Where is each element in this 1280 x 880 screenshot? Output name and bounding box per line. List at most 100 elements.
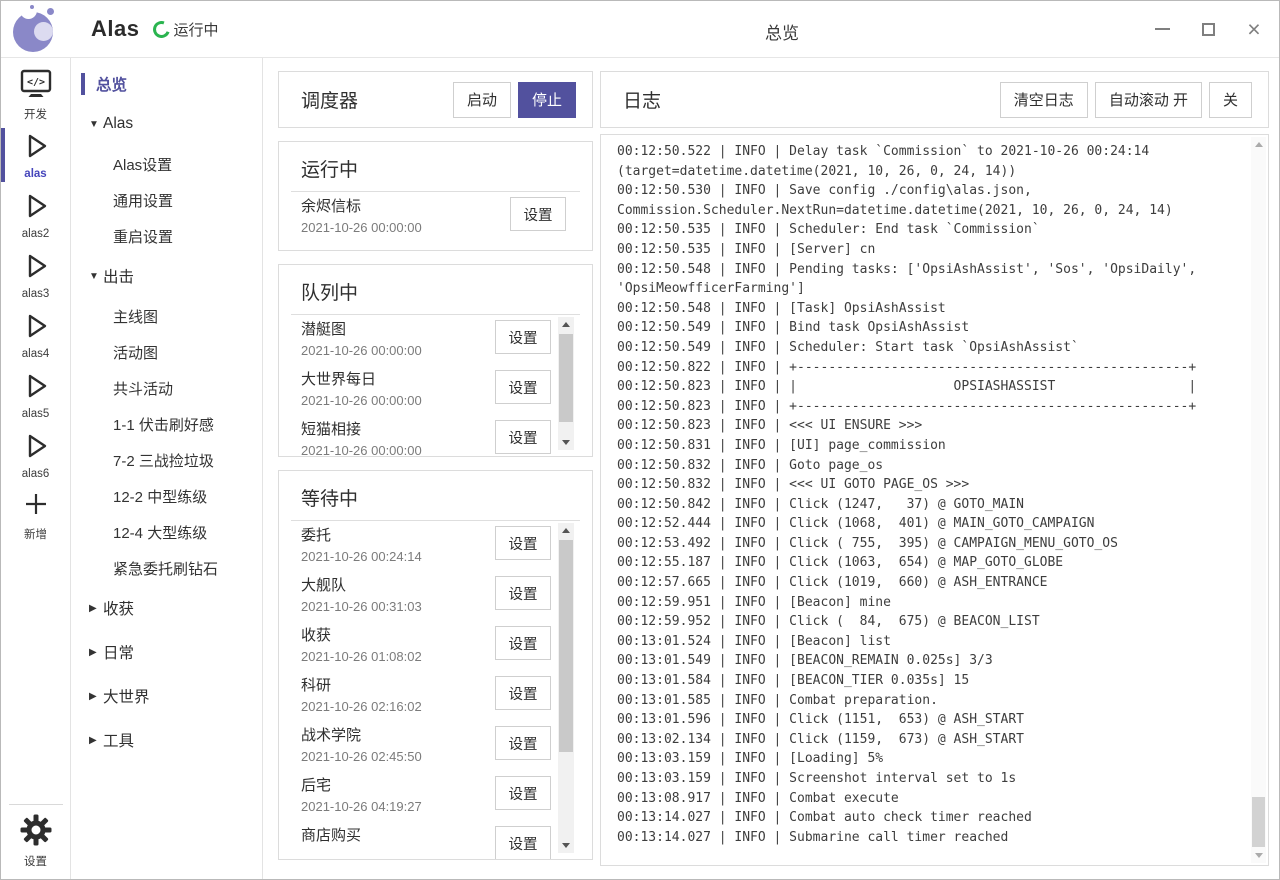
clear-log-button[interactable]: 清空日志 [1000, 82, 1088, 118]
log-line: (target=datetime.datetime(2021, 10, 26, … [617, 162, 1242, 182]
nav-item-map-12-2[interactable]: 12-2 中型练级 [71, 478, 262, 514]
scheduler-title: 调度器 [301, 86, 358, 113]
sidebar-item-label: alas3 [22, 288, 50, 300]
play-icon [21, 371, 51, 406]
sidebar-item-alas[interactable]: alas [1, 125, 70, 185]
task-row: 大舰队2021-10-26 00:31:03设置 [279, 571, 592, 621]
task-setting-button[interactable]: 设置 [495, 370, 551, 404]
log-off-button[interactable]: 关 [1209, 82, 1252, 118]
sidebar-item-add[interactable]: 新增 [1, 485, 70, 545]
task-setting-button[interactable]: 设置 [495, 776, 551, 810]
task-setting-button[interactable]: 设置 [495, 676, 551, 710]
scroll-up-icon[interactable] [558, 523, 574, 538]
log-output[interactable]: 00:12:50.522 | INFO | Delay task `Commis… [600, 134, 1269, 866]
nav-item-label: 12-4 大型练级 [113, 522, 207, 543]
scrollbar-thumb[interactable] [559, 334, 573, 422]
autoscroll-toggle-button[interactable]: 自动滚动 开 [1095, 82, 1202, 118]
scroll-up-icon[interactable] [558, 317, 574, 332]
nav-item-daily-group[interactable]: ▶日常 [71, 630, 262, 674]
sidebar-item-alas2[interactable]: alas2 [1, 185, 70, 245]
start-button[interactable]: 启动 [453, 82, 511, 118]
sidebar-item-alas5[interactable]: alas5 [1, 365, 70, 425]
nav-item-event-map[interactable]: 活动图 [71, 334, 262, 370]
task-setting-button[interactable]: 设置 [495, 626, 551, 660]
nav-item-label: Alas [103, 115, 133, 133]
scroll-up-icon[interactable] [1251, 137, 1266, 152]
nav-item-tool-group[interactable]: ▶工具 [71, 718, 262, 762]
nav-item-map-12-4[interactable]: 12-4 大型练级 [71, 514, 262, 550]
log-line: 00:12:59.952 | INFO | Click ( 84, 675) @… [617, 612, 1242, 632]
nav-item-sortie-group[interactable]: ▼出击 [71, 254, 262, 298]
nav-item-overview[interactable]: 总览 [71, 66, 262, 102]
log-line: 00:12:50.823 | INFO | +-----------------… [617, 397, 1242, 417]
task-setting-button[interactable]: 设置 [495, 320, 551, 354]
stop-button[interactable]: 停止 [518, 82, 576, 118]
nav-item-general-settings[interactable]: 通用设置 [71, 182, 262, 218]
log-line: 00:12:50.831 | INFO | [UI] page_commissi… [617, 436, 1242, 456]
nav-item-label: 重启设置 [113, 226, 173, 247]
task-card-running: 运行中余烬信标2021-10-26 00:00:00设置 [278, 141, 593, 251]
sidebar-item-alas4[interactable]: alas4 [1, 305, 70, 365]
task-setting-button[interactable]: 设置 [495, 420, 551, 454]
task-setting-button[interactable]: 设置 [495, 526, 551, 560]
task-setting-button[interactable]: 设置 [495, 826, 551, 859]
maximize-button[interactable] [1199, 20, 1217, 38]
task-row: 科研2021-10-26 02:16:02设置 [279, 671, 592, 721]
nav-item-label: 通用设置 [113, 190, 173, 211]
nav-item-label: 大世界 [103, 685, 150, 707]
sidebar-item-alas6[interactable]: alas6 [1, 425, 70, 485]
nav-item-main-map[interactable]: 主线图 [71, 298, 262, 334]
sidebar-item-settings[interactable]: 设置 [1, 811, 70, 871]
log-line: 00:13:01.596 | INFO | Click (1151, 653) … [617, 710, 1242, 730]
minimize-button[interactable] [1153, 20, 1171, 38]
log-line: 00:12:50.822 | INFO | +-----------------… [617, 358, 1242, 378]
log-title: 日志 [623, 86, 661, 113]
task-row: 短猫相接2021-10-26 00:00:00设置 [279, 415, 592, 456]
scheduler-panel: 调度器 启动 停止 运行中余烬信标2021-10-26 00:00:00设置队列… [278, 58, 593, 879]
nav-item-label: 总览 [96, 73, 127, 95]
scroll-down-icon[interactable] [558, 838, 574, 853]
nav-item-urgent-commission[interactable]: 紧急委托刷钻石 [71, 550, 262, 586]
task-list-scrollbar[interactable] [558, 523, 574, 853]
sidebar-item-label: alas4 [22, 348, 50, 360]
nav-item-alas-settings[interactable]: Alas设置 [71, 146, 262, 182]
play-icon [21, 191, 51, 226]
log-line: 00:13:01.585 | INFO | Combat preparation… [617, 691, 1242, 711]
chevron-right-icon: ▶ [89, 735, 103, 746]
nav-item-coalition[interactable]: 共斗活动 [71, 370, 262, 406]
log-line: 00:13:01.584 | INFO | [BEACON_TIER 0.035… [617, 671, 1242, 691]
nav-item-os-group[interactable]: ▶大世界 [71, 674, 262, 718]
sidebar-item-dev[interactable]: </>开发 [1, 65, 70, 125]
nav-item-label: 工具 [103, 729, 134, 751]
scrollbar-thumb[interactable] [1252, 797, 1265, 847]
nav-item-alas-group[interactable]: ▼Alas [71, 102, 262, 146]
nav-item-label: 日常 [103, 641, 134, 663]
task-setting-button[interactable]: 设置 [495, 576, 551, 610]
nav-item-reward-group[interactable]: ▶收获 [71, 586, 262, 630]
task-list-running: 余烬信标2021-10-26 00:00:00设置 [279, 192, 592, 250]
scroll-down-icon[interactable] [1251, 848, 1266, 863]
log-line: 00:12:50.549 | INFO | Scheduler: Start t… [617, 338, 1242, 358]
log-scrollbar[interactable] [1251, 137, 1266, 863]
log-line: 00:12:50.535 | INFO | Scheduler: End tas… [617, 220, 1242, 240]
nav-item-map-7-2[interactable]: 7-2 三战捡垃圾 [71, 442, 262, 478]
chevron-right-icon: ▶ [89, 603, 103, 614]
nav-item-label: 收获 [103, 597, 134, 619]
sidebar-item-alas3[interactable]: alas3 [1, 245, 70, 305]
nav-item-restart-settings[interactable]: 重启设置 [71, 218, 262, 254]
nav-item-label: 主线图 [113, 306, 158, 327]
log-line: 00:12:50.530 | INFO | Save config ./conf… [617, 181, 1242, 201]
log-line: 00:13:02.134 | INFO | Click (1159, 673) … [617, 730, 1242, 750]
chevron-down-icon: ▼ [89, 271, 103, 282]
nav-item-label: 12-2 中型练级 [113, 486, 207, 507]
task-setting-button[interactable]: 设置 [510, 197, 566, 231]
close-button[interactable]: × [1245, 20, 1263, 38]
task-list-pending: 潜艇图2021-10-26 00:00:00设置大世界每日2021-10-26 … [279, 315, 592, 456]
task-list-scrollbar[interactable] [558, 317, 574, 450]
task-list-waiting: 委托2021-10-26 00:24:14设置大舰队2021-10-26 00:… [279, 521, 592, 859]
scroll-down-icon[interactable] [558, 435, 574, 450]
task-setting-button[interactable]: 设置 [495, 726, 551, 760]
scrollbar-thumb[interactable] [559, 540, 573, 752]
task-row: 后宅2021-10-26 04:19:27设置 [279, 771, 592, 821]
nav-item-map-1-1[interactable]: 1-1 伏击刷好感 [71, 406, 262, 442]
